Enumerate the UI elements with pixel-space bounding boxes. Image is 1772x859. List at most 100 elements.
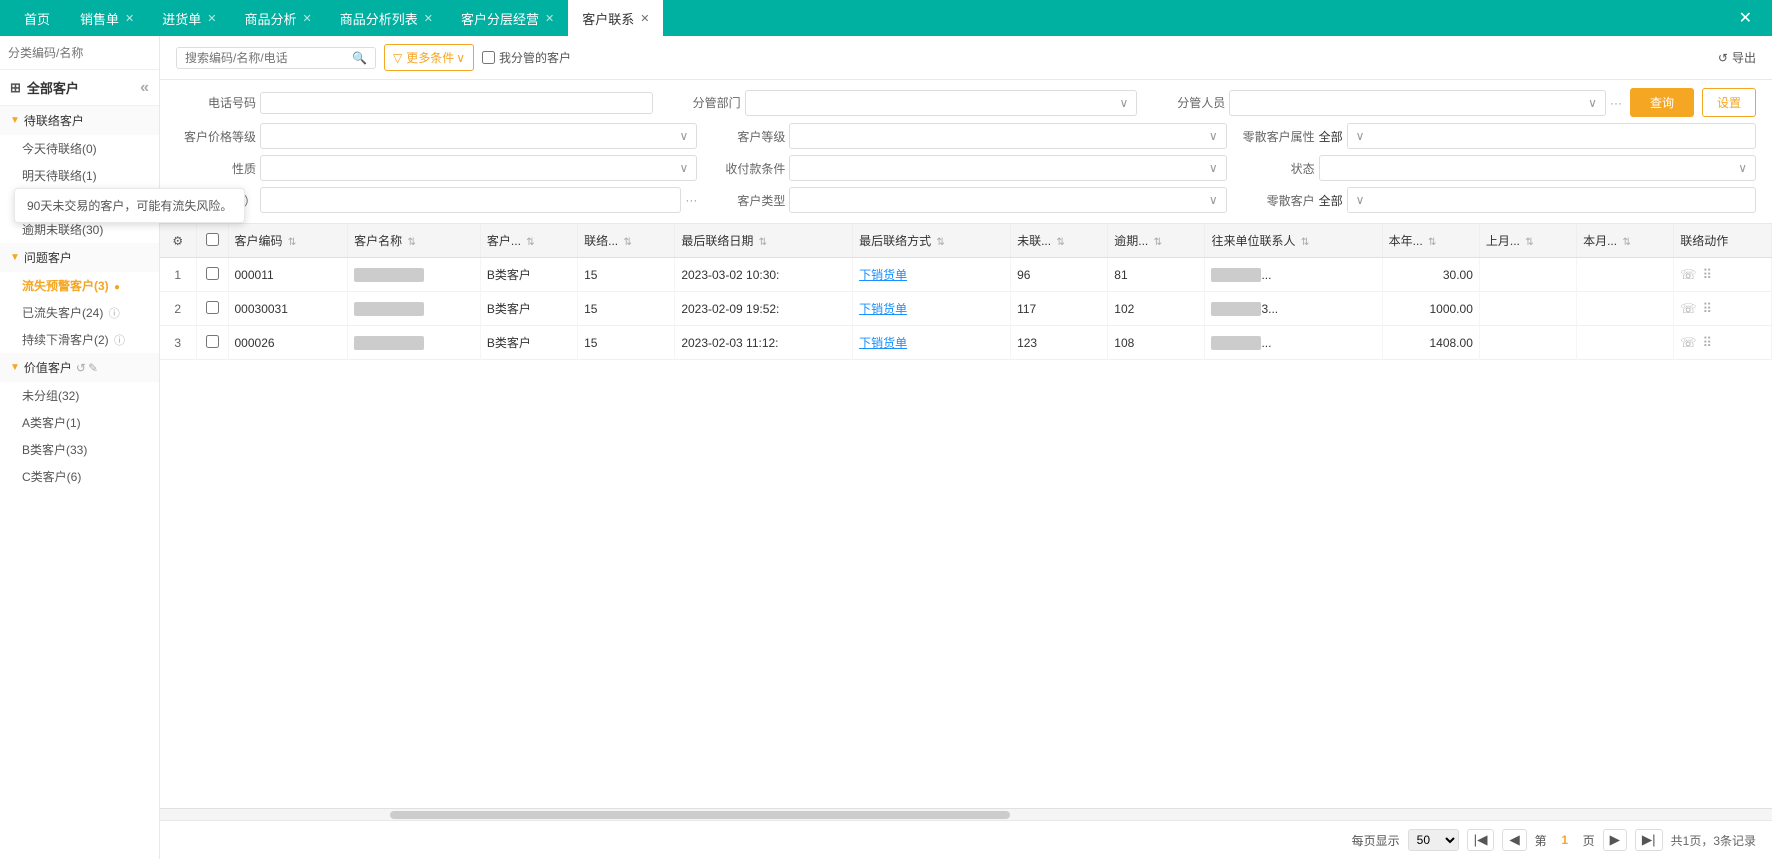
- sidebar-item-b-class[interactable]: B类客户(33): [0, 436, 159, 463]
- action-contact-icon-2[interactable]: ☏: [1680, 335, 1696, 351]
- field-manager-select[interactable]: ∨: [1229, 90, 1606, 116]
- field-retail-customer: 零散客户 全部 ∨: [1235, 187, 1756, 213]
- sidebar-item-ungrouped[interactable]: 未分组(32): [0, 382, 159, 409]
- prev-page-button[interactable]: ◀: [1502, 829, 1526, 851]
- col-last-way-header[interactable]: 最后联络方式 ⇅: [853, 224, 1011, 258]
- action-contact-icon-0[interactable]: ☏: [1680, 267, 1696, 283]
- tab-goods-analysis-list[interactable]: 商品分析列表 ✕: [326, 0, 447, 36]
- edit-icon-value[interactable]: ✎: [88, 361, 98, 375]
- per-page-select[interactable]: 50 100: [1408, 829, 1459, 851]
- action-more-icon-0[interactable]: ⠿: [1703, 267, 1713, 283]
- sidebar-search-input[interactable]: [8, 46, 160, 60]
- sidebar-group-value-header[interactable]: ▼ 价值客户 ↺ ✎: [0, 353, 159, 382]
- col-unlasted-header[interactable]: 未联... ⇅: [1011, 224, 1108, 258]
- sidebar-item-today[interactable]: 今天待联络(0): [0, 135, 159, 162]
- col-contact-person-header[interactable]: 往来单位联系人 ⇅: [1205, 224, 1382, 258]
- col-contact-header[interactable]: 联络... ⇅: [578, 224, 675, 258]
- tab-goods-analysis[interactable]: 商品分析 ✕: [230, 0, 325, 36]
- refresh-icon-value[interactable]: ↺: [76, 361, 86, 375]
- row-checkbox-2[interactable]: [196, 326, 228, 360]
- row-checkbox-1[interactable]: [196, 292, 228, 326]
- field-price-level-select[interactable]: ∨: [260, 123, 697, 149]
- sidebar-item-already-churn[interactable]: 已流失客户(24) ⓘ: [0, 299, 159, 326]
- sidebar-item-churn-warning-label: 流失预警客户(3): [22, 279, 109, 293]
- tab-home[interactable]: 首页: [8, 0, 66, 36]
- sidebar-item-c-class[interactable]: C类客户(6): [0, 463, 159, 490]
- col-settings-header[interactable]: ⚙: [160, 224, 196, 258]
- sidebar-group-pending-header[interactable]: ▼ 待联络客户: [0, 106, 159, 135]
- tab-goods-analysis-list-label: 商品分析列表: [340, 9, 418, 28]
- select-all-checkbox[interactable]: [206, 233, 219, 246]
- field-status-select[interactable]: ∨: [1319, 155, 1756, 181]
- action-more-icon-1[interactable]: ⠿: [1703, 301, 1713, 317]
- horizontal-scrollbar-thumb[interactable]: [390, 811, 1010, 819]
- col-this-month-header[interactable]: 本月... ⇅: [1577, 224, 1674, 258]
- action-contact-icon-1[interactable]: ☏: [1680, 301, 1696, 317]
- field-retail-attr-select[interactable]: ∨: [1347, 123, 1756, 149]
- sort-icon-year: ⇅: [1428, 237, 1436, 248]
- col-overdue-header[interactable]: 逾期... ⇅: [1108, 224, 1205, 258]
- row-checkbox-0[interactable]: [196, 258, 228, 292]
- col-contact-label: 联络...: [584, 234, 618, 248]
- sidebar-group-problem-header[interactable]: ▼ 问题客户: [0, 243, 159, 272]
- sidebar-collapse-icon[interactable]: «: [140, 79, 149, 97]
- col-settings-icon[interactable]: ⚙: [172, 234, 183, 248]
- field-payment-select[interactable]: ∨: [789, 155, 1226, 181]
- col-code-header[interactable]: 客户编码 ⇅: [228, 224, 348, 258]
- tab-purchase-close[interactable]: ✕: [207, 12, 216, 25]
- tab-customer-tier-label: 客户分层经营: [461, 9, 539, 28]
- col-year-header[interactable]: 本年... ⇅: [1382, 224, 1479, 258]
- my-customers-checkbox[interactable]: [482, 51, 495, 64]
- window-close-button[interactable]: ✕: [1727, 8, 1764, 28]
- search-submit-icon[interactable]: 🔍: [352, 51, 367, 65]
- field-phone-input[interactable]: [260, 92, 653, 114]
- tab-customer-tier-close[interactable]: ✕: [545, 12, 554, 25]
- tab-purchase[interactable]: 进货单 ✕: [148, 0, 230, 36]
- col-name-header[interactable]: 客户名称 ⇅: [348, 224, 481, 258]
- row-last-way-0[interactable]: 下销货单: [853, 258, 1011, 292]
- tab-goods-analysis-list-close[interactable]: ✕: [424, 12, 433, 25]
- action-buttons: 查询 设置: [1630, 88, 1756, 117]
- row-type-0: B类客户: [480, 258, 577, 292]
- sidebar-group-problem-label: 问题客户: [24, 249, 72, 266]
- field-customer-type-select[interactable]: ∨: [789, 187, 1226, 213]
- first-page-button[interactable]: |◀: [1467, 829, 1495, 851]
- tab-customer-contact-close[interactable]: ✕: [640, 12, 649, 25]
- export-button[interactable]: ↺ 导出: [1718, 49, 1756, 66]
- col-type-header[interactable]: 客户... ⇅: [480, 224, 577, 258]
- field-dept-select[interactable]: ∨: [745, 90, 1138, 116]
- tab-sales[interactable]: 销售单 ✕: [66, 0, 148, 36]
- col-checkbox-header[interactable]: [196, 224, 228, 258]
- action-more-icon-2[interactable]: ⠿: [1703, 335, 1713, 351]
- region-dots[interactable]: ···: [685, 193, 697, 207]
- query-button[interactable]: 查询: [1630, 88, 1694, 117]
- sidebar-item-a-class[interactable]: A类客户(1): [0, 409, 159, 436]
- search-input[interactable]: [185, 51, 348, 65]
- row-last-way-2[interactable]: 下销货单: [853, 326, 1011, 360]
- more-conditions-button[interactable]: ▽ 更多条件 ∨: [384, 44, 474, 71]
- sidebar-item-churn-warning[interactable]: 流失预警客户(3) ●: [0, 272, 159, 299]
- col-last-month-header[interactable]: 上月... ⇅: [1479, 224, 1576, 258]
- horizontal-scrollbar[interactable]: [160, 808, 1772, 820]
- sidebar-all-customers[interactable]: ⊞ 全部客户 «: [0, 70, 159, 106]
- next-page-button[interactable]: ▶: [1603, 829, 1627, 851]
- field-retail-customer-select[interactable]: ∨: [1347, 187, 1756, 213]
- last-page-button[interactable]: ▶|: [1635, 829, 1663, 851]
- field-nature-select[interactable]: ∨: [260, 155, 697, 181]
- tab-goods-analysis-close[interactable]: ✕: [303, 12, 312, 25]
- tab-sales-close[interactable]: ✕: [125, 12, 134, 25]
- col-last-date-header[interactable]: 最后联络日期 ⇅: [675, 224, 853, 258]
- manager-dots[interactable]: ···: [1610, 96, 1622, 110]
- row-last-way-1[interactable]: 下销货单: [853, 292, 1011, 326]
- tab-customer-tier[interactable]: 客户分层经营 ✕: [447, 0, 568, 36]
- col-this-month-label: 本月...: [1583, 234, 1617, 248]
- sidebar-item-tomorrow[interactable]: 明天待联络(1): [0, 162, 159, 189]
- tab-customer-contact[interactable]: 客户联系 ✕: [568, 0, 663, 36]
- settings-button[interactable]: 设置: [1702, 88, 1756, 117]
- row-name-2: [348, 326, 481, 360]
- field-region-select[interactable]: [260, 187, 681, 213]
- table-container: ⚙ 客户编码 ⇅ 客户名称 ⇅: [160, 224, 1772, 808]
- field-customer-level-select[interactable]: ∨: [789, 123, 1226, 149]
- row-unlasted-2: 123: [1011, 326, 1108, 360]
- sidebar-item-declining[interactable]: 持续下滑客户(2) ⓘ: [0, 326, 159, 353]
